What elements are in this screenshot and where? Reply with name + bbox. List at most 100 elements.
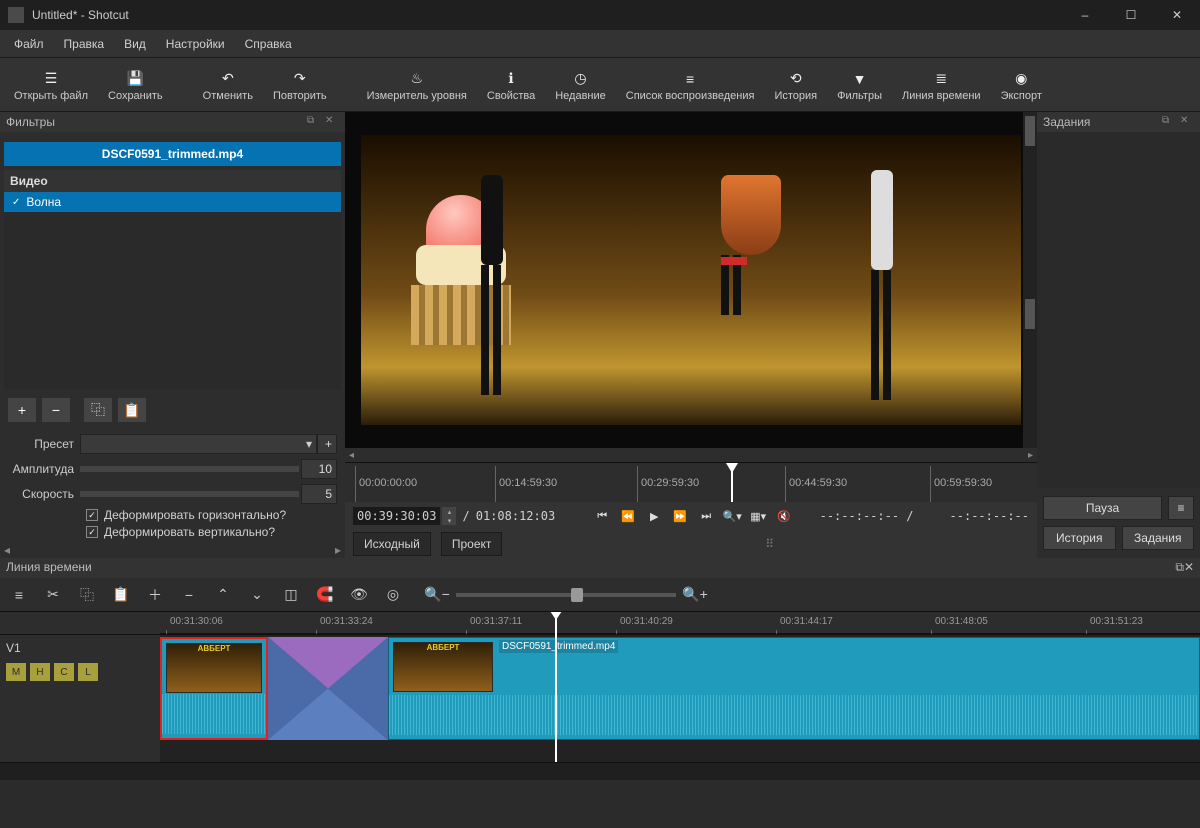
filter-clip-header[interactable]: DSCF0591_trimmed.mp4 xyxy=(4,142,341,166)
preview-vscrollbar[interactable] xyxy=(1023,112,1037,448)
lift-button[interactable]: ⌃ xyxy=(210,582,236,608)
preset-save-button[interactable]: + xyxy=(317,434,337,454)
audio-meter-button[interactable]: ♨Измеритель уровня xyxy=(357,60,477,110)
pause-jobs-button[interactable]: Пауза xyxy=(1043,496,1162,520)
ripple-button[interactable]: ◎ xyxy=(380,582,406,608)
track-hide-button[interactable]: H xyxy=(30,663,50,681)
export-button[interactable]: ◉Экспорт xyxy=(991,60,1052,110)
mute-button[interactable]: 🔇 xyxy=(773,506,795,526)
panel-close-icon[interactable]: ✕ xyxy=(325,115,339,129)
snap-button[interactable]: 🧲 xyxy=(312,582,338,608)
timeline-playhead[interactable] xyxy=(555,612,557,762)
panel-undock-icon[interactable]: ⧉ xyxy=(307,115,321,129)
current-timecode[interactable]: 00:39:30:03 xyxy=(353,507,440,525)
preset-label: Пресет xyxy=(8,437,80,451)
history-button[interactable]: ⟲История xyxy=(764,60,827,110)
open-file-button[interactable]: ☰Открыть файл xyxy=(4,60,98,110)
timeline-transition[interactable] xyxy=(268,637,388,740)
zoom-in-button[interactable]: 🔍+ xyxy=(682,582,708,608)
menu-edit[interactable]: Правка xyxy=(54,33,115,55)
add-filter-button[interactable]: + xyxy=(8,398,36,422)
panel-undock-icon[interactable]: ⧉ xyxy=(1162,115,1176,129)
grid-button[interactable]: ▦▾ xyxy=(747,506,769,526)
copy-button[interactable]: ⿻ xyxy=(74,582,100,608)
drag-handle-icon[interactable]: ⠿ xyxy=(765,537,776,551)
scrub-button[interactable]: 👁 xyxy=(346,582,372,608)
preset-combo[interactable]: ▾ xyxy=(80,434,317,454)
append-button[interactable]: ＋ xyxy=(142,582,168,608)
preview-playhead[interactable] xyxy=(731,463,733,502)
overwrite-button[interactable]: ⌄ xyxy=(244,582,270,608)
skip-end-button[interactable]: ⏭ xyxy=(695,506,717,526)
properties-button[interactable]: ℹСвойства xyxy=(477,60,545,110)
zoom-fit-button[interactable]: 🔍▾ xyxy=(721,506,743,526)
timeline-menu-button[interactable]: ≡ xyxy=(6,582,32,608)
playlist-button[interactable]: ≡Список воспроизведения xyxy=(616,60,765,110)
deform-v-checkbox[interactable]: ✓ Деформировать вертикально? xyxy=(86,525,337,539)
tab-source[interactable]: Исходный xyxy=(353,532,431,556)
main-toolbar: ☰Открыть файл 💾Сохранить ↶Отменить ↷Повт… xyxy=(0,58,1200,112)
fast-forward-button[interactable]: ⏩ xyxy=(669,506,691,526)
zoom-out-button[interactable]: 🔍− xyxy=(424,582,450,608)
preview-ruler[interactable]: 00:00:00:00 00:14:59:30 00:29:59:30 00:4… xyxy=(345,462,1037,502)
speed-value[interactable]: 5 xyxy=(301,484,337,504)
preview-hscrollbar[interactable]: ◂▸ xyxy=(345,448,1037,462)
save-icon: 💾 xyxy=(127,70,144,88)
minimize-button[interactable]: – xyxy=(1062,0,1108,30)
split-button[interactable]: ◫ xyxy=(278,582,304,608)
maximize-button[interactable]: ☐ xyxy=(1108,0,1154,30)
tab-project[interactable]: Проект xyxy=(441,532,503,556)
undo-button[interactable]: ↶Отменить xyxy=(193,60,263,110)
close-button[interactable]: ✕ xyxy=(1154,0,1200,30)
filters-button[interactable]: ▼Фильтры xyxy=(827,60,892,110)
speed-slider[interactable] xyxy=(80,491,299,497)
tab-history[interactable]: История xyxy=(1043,526,1116,550)
timeline-ruler[interactable]: 00:31:30:06 00:31:33:24 00:31:37:11 00:3… xyxy=(160,612,1200,634)
zoom-slider[interactable] xyxy=(456,593,676,597)
video-preview[interactable] xyxy=(345,112,1037,448)
menu-view[interactable]: Вид xyxy=(114,33,156,55)
check-icon: ✓ xyxy=(12,197,20,208)
menu-file[interactable]: Файл xyxy=(4,33,54,55)
checkbox-checked-icon: ✓ xyxy=(86,526,98,538)
redo-button[interactable]: ↷Повторить xyxy=(263,60,337,110)
remove-filter-button[interactable]: − xyxy=(42,398,70,422)
paste-button[interactable]: 📋 xyxy=(108,582,134,608)
menu-settings[interactable]: Настройки xyxy=(156,33,235,55)
jobs-panel-title-bar: Задания ⧉ ✕ xyxy=(1037,112,1200,132)
timeline-button[interactable]: ≣Линия времени xyxy=(892,60,991,110)
panel-close-icon[interactable]: ✕ xyxy=(1180,115,1194,129)
amplitude-slider[interactable] xyxy=(80,466,299,472)
in-out-timecode: --:--:--:-- / xyxy=(820,509,914,523)
titlebar: Untitled* - Shotcut – ☐ ✕ xyxy=(0,0,1200,30)
tab-jobs[interactable]: Задания xyxy=(1122,526,1195,550)
timeline-tracks[interactable]: 00:31:30:06 00:31:33:24 00:31:37:11 00:3… xyxy=(160,612,1200,762)
track-header-v1[interactable]: V1 M H C L xyxy=(0,634,160,744)
panel-undock-icon[interactable]: ⧉ xyxy=(1175,560,1184,576)
timecode-spinner[interactable]: ▴▾ xyxy=(442,507,456,525)
deform-h-checkbox[interactable]: ✓ Деформировать горизонтально? xyxy=(86,508,337,522)
amplitude-value[interactable]: 10 xyxy=(301,459,337,479)
recent-button[interactable]: ◷Недавние xyxy=(545,60,616,110)
filter-item-selected[interactable]: ✓ Волна xyxy=(4,192,341,212)
panel-close-icon[interactable]: ✕ xyxy=(1184,560,1194,576)
track-lane-v1[interactable]: АВБЕРТ АВБЕРТ DSCF0591_trimmed.mp4 xyxy=(160,634,1200,742)
cut-button[interactable]: ✂ xyxy=(40,582,66,608)
filters-panel-title: Фильтры xyxy=(6,115,55,129)
track-lock-button[interactable]: L xyxy=(78,663,98,681)
jobs-menu-button[interactable]: ≡ xyxy=(1168,496,1194,520)
skip-start-button[interactable]: ⏮ xyxy=(591,506,613,526)
timeline-clip-selected[interactable]: АВБЕРТ xyxy=(160,637,268,740)
play-button[interactable]: ▶ xyxy=(643,506,665,526)
paste-filter-button[interactable]: 📋 xyxy=(118,398,146,422)
copy-filter-button[interactable]: ⿻ xyxy=(84,398,112,422)
track-mute-button[interactable]: M xyxy=(6,663,26,681)
save-button[interactable]: 💾Сохранить xyxy=(98,60,173,110)
menu-help[interactable]: Справка xyxy=(235,33,302,55)
rewind-button[interactable]: ⏪ xyxy=(617,506,639,526)
remove-button[interactable]: − xyxy=(176,582,202,608)
track-compose-button[interactable]: C xyxy=(54,663,74,681)
timeline-clip[interactable]: АВБЕРТ DSCF0591_trimmed.mp4 xyxy=(388,637,1200,740)
timeline-toolbar: ≡ ✂ ⿻ 📋 ＋ − ⌃ ⌄ ◫ 🧲 👁 ◎ 🔍− 🔍+ xyxy=(0,578,1200,612)
filters-scrollbar[interactable]: ◂▸ xyxy=(0,542,345,558)
